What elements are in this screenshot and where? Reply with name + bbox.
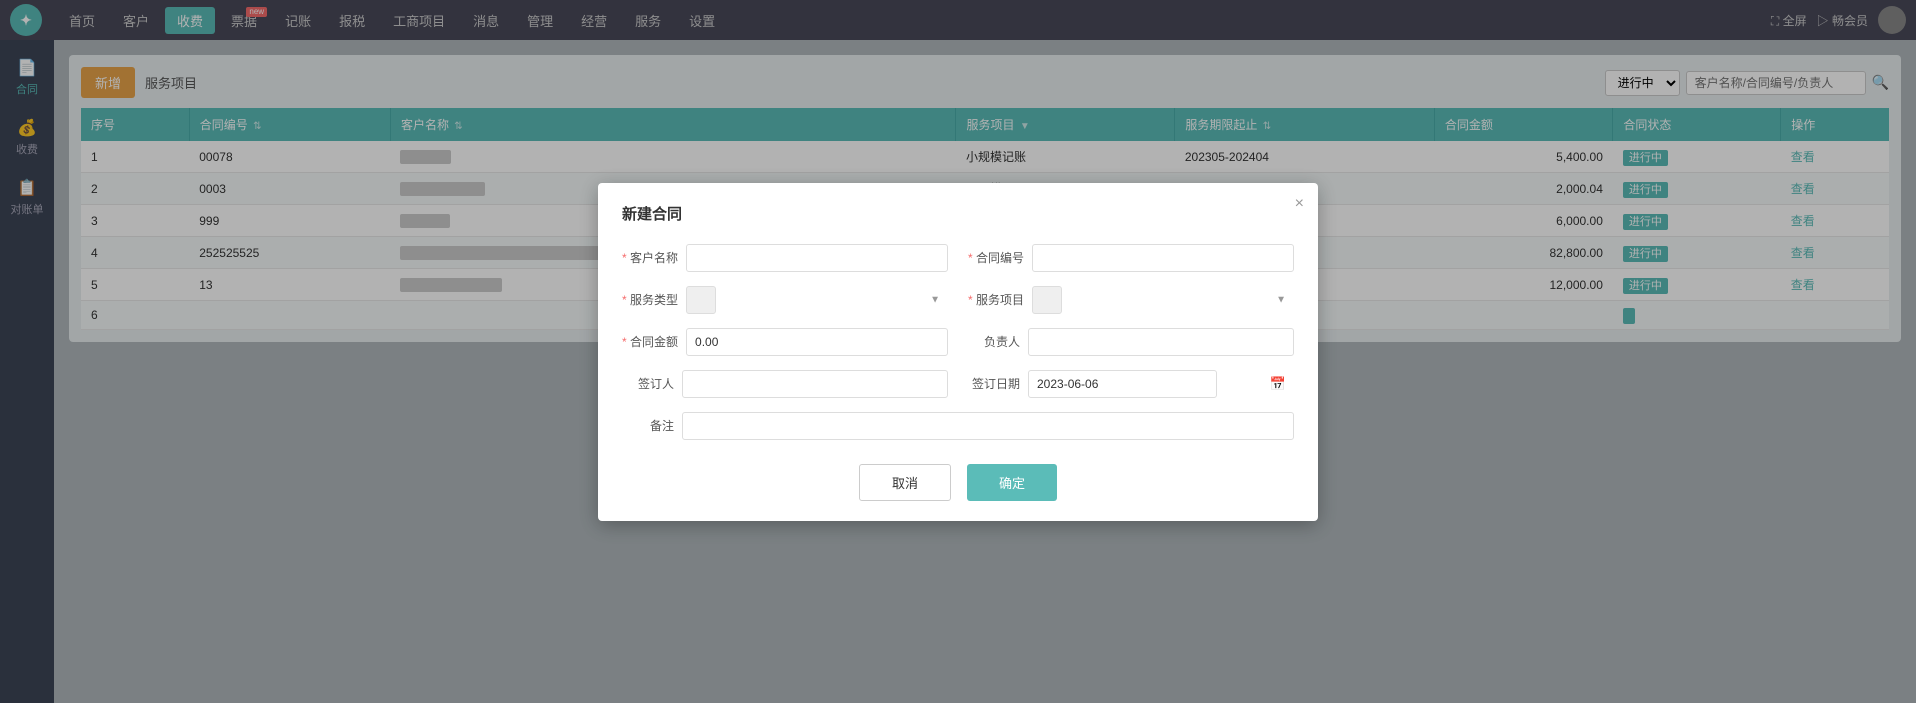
remark-input[interactable] <box>682 412 1294 440</box>
responsible-row: 负责人 <box>968 328 1294 356</box>
service-type-row: 服务类型 ▼ <box>622 286 948 314</box>
service-item-arrow-icon: ▼ <box>1276 294 1286 305</box>
service-type-arrow-icon: ▼ <box>930 294 940 305</box>
service-item-label: 服务项目 <box>968 291 1024 308</box>
remark-label: 备注 <box>622 417 674 434</box>
new-contract-dialog: × 新建合同 客户名称 合同编号 服务类型 ▼ <box>598 183 1318 521</box>
customer-name-row: 客户名称 <box>622 244 948 272</box>
sign-date-row: 签订日期 📅 <box>968 370 1294 398</box>
amount-label: 合同金额 <box>622 333 678 350</box>
calendar-icon: 📅 <box>1270 376 1286 392</box>
customer-name-input[interactable] <box>686 244 948 272</box>
responsible-label: 负责人 <box>968 333 1020 350</box>
sign-date-wrapper: 📅 <box>1028 370 1294 398</box>
amount-input[interactable] <box>686 328 948 356</box>
service-item-select[interactable] <box>1032 286 1062 314</box>
signer-row: 签订人 <box>622 370 948 398</box>
dialog-footer: 取消 确定 <box>622 464 1294 501</box>
cancel-button[interactable]: 取消 <box>859 464 951 501</box>
service-type-select[interactable] <box>686 286 716 314</box>
remark-row: 备注 <box>622 412 1294 440</box>
customer-name-label: 客户名称 <box>622 249 678 266</box>
dialog-form: 客户名称 合同编号 服务类型 ▼ 服务项目 <box>622 244 1294 440</box>
signer-label: 签订人 <box>622 375 674 392</box>
dialog-title: 新建合同 <box>622 203 1294 224</box>
signer-input[interactable] <box>682 370 948 398</box>
service-item-wrapper: ▼ <box>1032 286 1294 314</box>
contract-no-label: 合同编号 <box>968 249 1024 266</box>
service-type-label: 服务类型 <box>622 291 678 308</box>
sign-date-input[interactable] <box>1028 370 1217 398</box>
amount-row: 合同金额 <box>622 328 948 356</box>
service-item-row: 服务项目 ▼ <box>968 286 1294 314</box>
dialog-overlay: × 新建合同 客户名称 合同编号 服务类型 ▼ <box>0 0 1916 703</box>
confirm-button[interactable]: 确定 <box>967 464 1057 501</box>
contract-no-row: 合同编号 <box>968 244 1294 272</box>
responsible-input[interactable] <box>1028 328 1294 356</box>
sign-date-label: 签订日期 <box>968 375 1020 392</box>
dialog-close-button[interactable]: × <box>1295 195 1304 213</box>
service-type-wrapper: ▼ <box>686 286 948 314</box>
contract-no-input[interactable] <box>1032 244 1294 272</box>
